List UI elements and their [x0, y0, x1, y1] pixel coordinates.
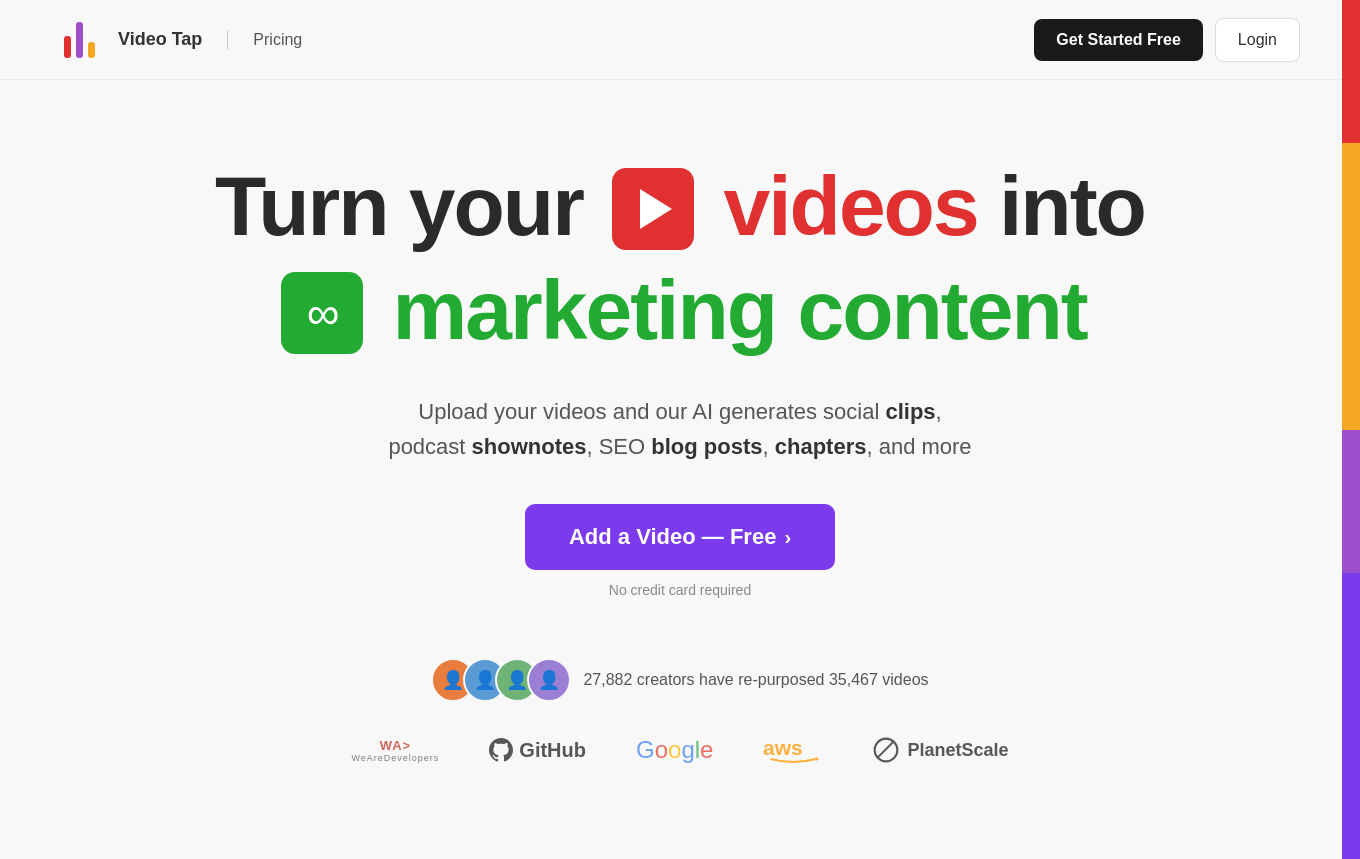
planetscale-label: PlanetScale: [907, 740, 1008, 761]
aws-icon: aws: [763, 732, 823, 768]
hero-headline: Turn your videos into ∞ marketing conten…: [215, 160, 1145, 358]
sub-seo: , SEO: [586, 434, 651, 459]
headline-videos: videos: [724, 159, 978, 253]
sub-chapters: chapters: [775, 434, 867, 459]
svg-marker-1: [816, 757, 820, 762]
sub-clips: clips: [885, 399, 935, 424]
avatar-4: 👤: [527, 658, 571, 702]
infinity-icon: ∞: [281, 272, 363, 354]
no-credit-card-text: No credit card required: [609, 582, 751, 598]
logo-aws: aws: [763, 732, 823, 768]
logo-planetscale: PlanetScale: [873, 737, 1008, 763]
nav-right: Get Started Free Login: [1034, 18, 1300, 62]
svg-line-3: [878, 741, 895, 758]
svg-text:aws: aws: [763, 736, 803, 759]
brand-name: Video Tap: [118, 29, 202, 50]
cta-arrow: ›: [784, 526, 791, 549]
logo-weareDevelopers: WA> WeAreDevelopers: [351, 738, 439, 763]
navbar: Video Tap Pricing Get Started Free Login: [0, 0, 1360, 80]
sub-blogposts: blog posts: [651, 434, 762, 459]
cta-wrapper: Add a Video — Free › No credit card requ…: [525, 504, 835, 598]
headline-marketing-content: marketing content: [393, 263, 1087, 357]
infinity-symbol: ∞: [307, 290, 338, 336]
hero-section: Turn your videos into ∞ marketing conten…: [0, 80, 1360, 818]
wa-logo-sub: WeAreDevelopers: [351, 753, 439, 763]
avatars-row: 👤 👤 👤 👤 27,882 creators have re-purposed…: [431, 658, 928, 702]
google-label: Google: [636, 736, 713, 764]
wa-logo-text: WA>: [380, 738, 412, 753]
github-label: GitHub: [519, 739, 586, 762]
social-stats-text: 27,882 creators have re-purposed 35,467 …: [583, 671, 928, 689]
pricing-link[interactable]: Pricing: [253, 31, 302, 49]
github-icon: [489, 738, 513, 762]
nav-divider: [227, 30, 228, 50]
sub-end: , and more: [866, 434, 971, 459]
headline-into: into: [999, 159, 1145, 253]
logo-bar-orange: [88, 42, 95, 58]
sub-shownotes: shownotes: [472, 434, 587, 459]
sub-sep2: ,: [762, 434, 774, 459]
right-color-bar: [1342, 0, 1360, 859]
logo-github: GitHub: [489, 738, 586, 762]
get-started-button[interactable]: Get Started Free: [1034, 19, 1202, 61]
nav-left: Video Tap Pricing: [60, 16, 302, 64]
logo-bar-red: [64, 36, 71, 58]
planetscale-icon: [873, 737, 899, 763]
login-button[interactable]: Login: [1215, 18, 1300, 62]
avatar-stack: 👤 👤 👤 👤: [431, 658, 571, 702]
headline-turn-your: Turn your: [215, 159, 583, 253]
sub-comma1: ,: [936, 399, 942, 424]
cta-label: Add a Video — Free: [569, 524, 776, 550]
logo-google: Google: [636, 736, 713, 764]
add-video-button[interactable]: Add a Video — Free ›: [525, 504, 835, 570]
logos-row: WA> WeAreDevelopers GitHub Google aws: [351, 732, 1008, 768]
sub-before-clips: Upload your videos and our AI generates …: [418, 399, 885, 424]
play-triangle: [640, 189, 672, 229]
logo-bar-purple: [76, 22, 83, 58]
sub-podcast: podcast: [388, 434, 471, 459]
social-proof: 👤 👤 👤 👤 27,882 creators have re-purposed…: [351, 658, 1008, 768]
logo-icon: [60, 16, 98, 64]
hero-subheading: Upload your videos and our AI generates …: [388, 394, 971, 464]
video-play-icon: [612, 168, 694, 250]
